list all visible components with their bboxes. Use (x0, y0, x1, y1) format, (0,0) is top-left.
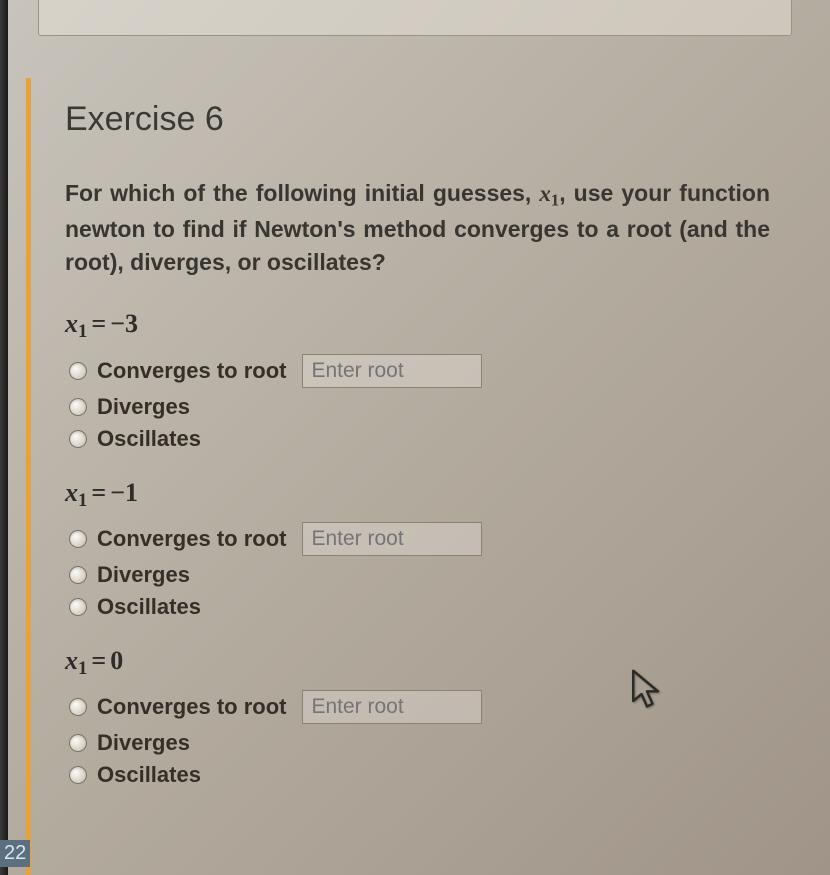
prompt-text-pre: For which of the following initial guess… (65, 180, 539, 206)
radio-icon[interactable] (69, 698, 87, 716)
initial-guess-label: x1=0 (65, 646, 770, 680)
radio-icon[interactable] (69, 398, 87, 416)
root-input[interactable] (302, 690, 482, 724)
radio-icon[interactable] (69, 566, 87, 584)
option-diverges[interactable]: Diverges (69, 562, 770, 588)
option-label: Oscillates (97, 426, 201, 452)
exercise-card: Exercise 6 For which of the following in… (26, 78, 804, 875)
option-diverges[interactable]: Diverges (69, 730, 770, 756)
radio-icon[interactable] (69, 430, 87, 448)
page-number: 22 (0, 840, 30, 867)
option-oscillates[interactable]: Oscillates (69, 426, 770, 452)
radio-icon[interactable] (69, 530, 87, 548)
exercise-title: Exercise 6 (65, 100, 770, 139)
option-label: Diverges (97, 730, 190, 756)
radio-icon[interactable] (69, 362, 87, 380)
option-label: Oscillates (97, 594, 201, 620)
question-group: x1=0 Converges to root Diverges Oscillat… (65, 646, 770, 788)
option-label: Converges to root (97, 358, 286, 384)
initial-guess-label: x1=−3 (65, 309, 770, 343)
option-converges[interactable]: Converges to root (69, 522, 770, 556)
initial-guess-label: x1=−1 (65, 478, 770, 512)
option-oscillates[interactable]: Oscillates (69, 762, 770, 788)
radio-icon[interactable] (69, 766, 87, 784)
option-converges[interactable]: Converges to root (69, 690, 770, 724)
question-group: x1=−3 Converges to root Diverges Oscilla… (65, 309, 770, 451)
prompt-var: x1 (539, 181, 559, 206)
root-input[interactable] (302, 354, 482, 388)
option-oscillates[interactable]: Oscillates (69, 594, 770, 620)
option-label: Diverges (97, 394, 190, 420)
option-label: Diverges (97, 562, 190, 588)
option-diverges[interactable]: Diverges (69, 394, 770, 420)
radio-icon[interactable] (69, 598, 87, 616)
option-converges[interactable]: Converges to root (69, 354, 770, 388)
root-input[interactable] (302, 522, 482, 556)
option-label: Converges to root (97, 694, 286, 720)
option-label: Oscillates (97, 762, 201, 788)
exercise-prompt: For which of the following initial guess… (65, 177, 770, 279)
option-label: Converges to root (97, 526, 286, 552)
question-group: x1=−1 Converges to root Diverges Oscilla… (65, 478, 770, 620)
radio-icon[interactable] (69, 734, 87, 752)
previous-card-edge (38, 0, 792, 36)
screen-edge (0, 0, 8, 875)
